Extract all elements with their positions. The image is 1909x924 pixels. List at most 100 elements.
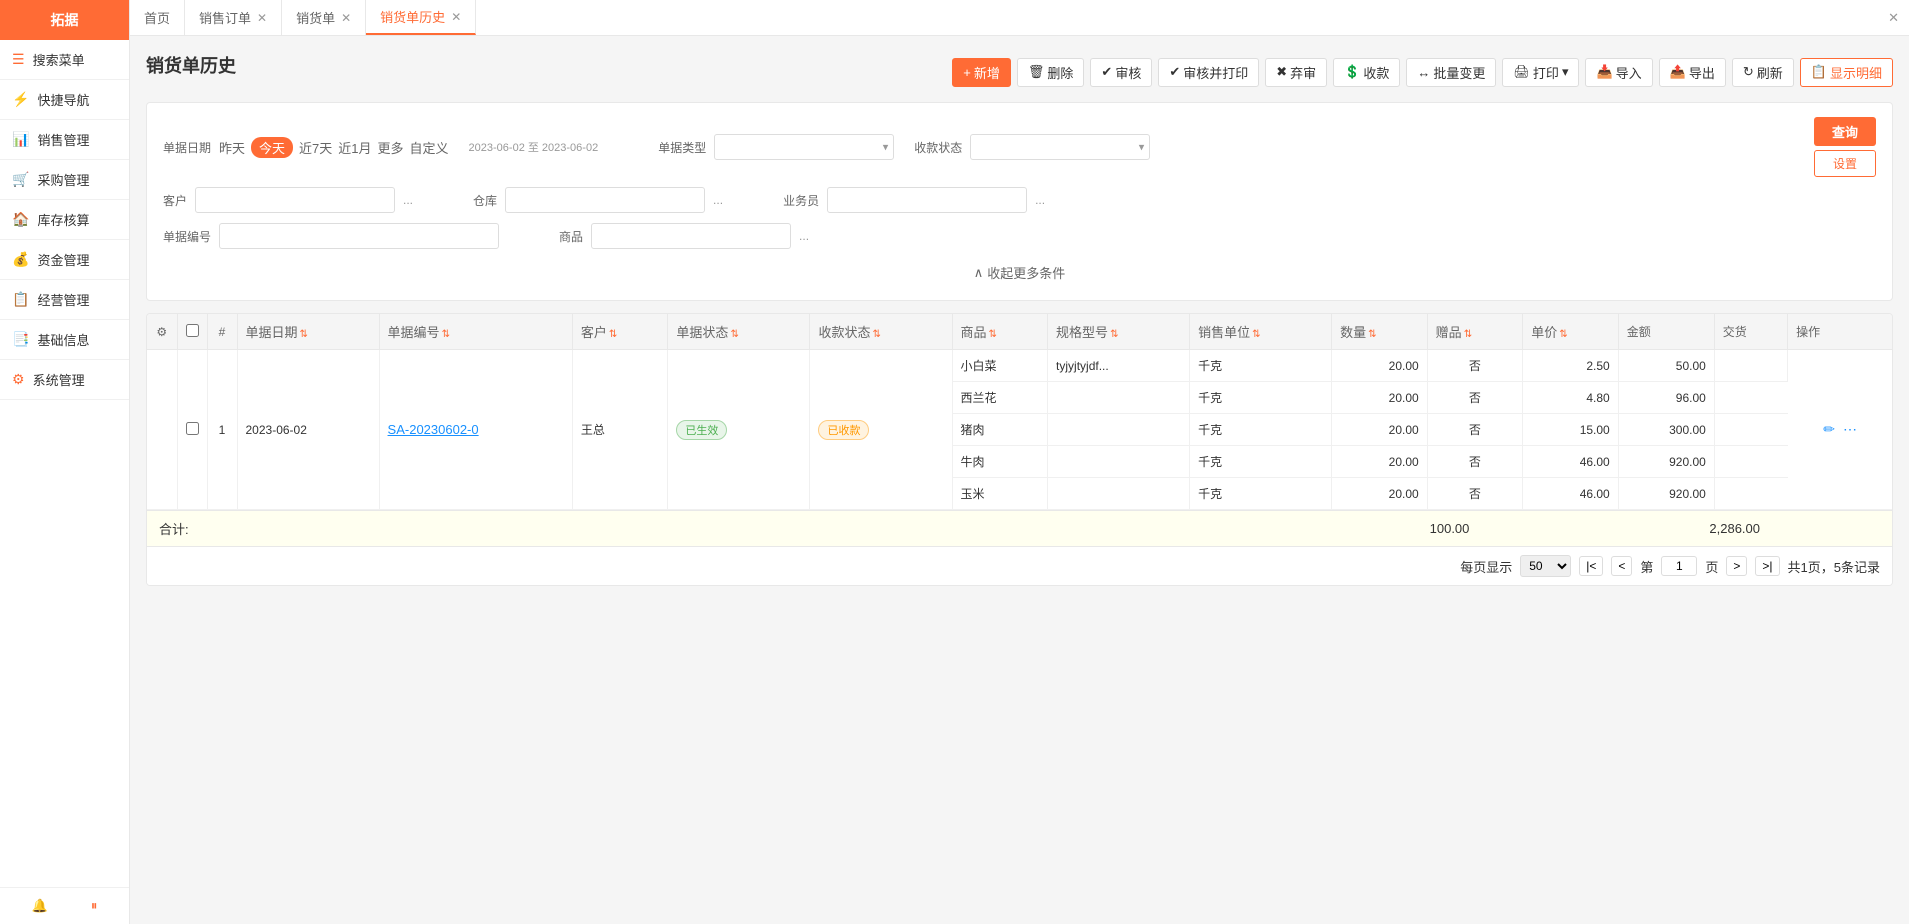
row-num: 1 <box>207 350 237 510</box>
sidebar-item-purchase-mgmt[interactable]: 🛒 采购管理 <box>0 160 129 200</box>
th-goods[interactable]: 商品⇅ <box>952 314 1048 350</box>
sidebar-item-inventory[interactable]: 🏠 库存核算 <box>0 200 129 240</box>
pay-status-label: 收款状态 <box>914 139 962 156</box>
th-unit[interactable]: 销售单位⇅ <box>1190 314 1332 350</box>
row-delivery <box>1714 414 1787 446</box>
page-of-label: 页 <box>1705 557 1718 576</box>
warehouse-input[interactable] <box>505 187 705 213</box>
doc-type-select[interactable] <box>714 134 894 160</box>
audit-print-button[interactable]: ✔ 审核并打印 <box>1158 58 1259 87</box>
tab-home[interactable]: 首页 <box>130 0 185 35</box>
sidebar-item-sys-mgmt[interactable]: ⚙ 系统管理 <box>0 360 129 400</box>
warehouse-ellipsis[interactable]: ... <box>713 193 723 207</box>
tab-close-sales-order[interactable]: ✕ <box>257 11 267 25</box>
row-amount: 300.00 <box>1618 414 1714 446</box>
shortcut-yesterday[interactable]: 昨天 <box>219 138 245 157</box>
pause-icon[interactable]: ⏸ <box>91 898 98 914</box>
settings-button[interactable]: 设置 <box>1814 150 1876 177</box>
row-unit: 千克 <box>1190 414 1332 446</box>
first-page-button[interactable]: |< <box>1579 556 1603 576</box>
export-button[interactable]: 📤 导出 <box>1659 58 1726 87</box>
page-number-input[interactable] <box>1661 556 1697 576</box>
filter-row-1: 单据日期 昨天 今天 近7天 近1月 更多 自定义 2023-06-02 至 2… <box>163 117 1876 177</box>
row-amount: 96.00 <box>1618 382 1714 414</box>
batch-change-button[interactable]: ↔ 批量变更 <box>1406 58 1496 87</box>
row-checkbox-input[interactable] <box>186 422 199 435</box>
print-button[interactable]: 🖨 打印 ▾ <box>1502 58 1579 87</box>
th-pay-status[interactable]: 收款状态⇅ <box>810 314 952 350</box>
th-customer[interactable]: 客户⇅ <box>572 314 668 350</box>
detail-icon: 📋 <box>1811 64 1827 80</box>
shortcut-custom[interactable]: 自定义 <box>410 138 449 157</box>
sidebar-item-ops[interactable]: 📋 经营管理 <box>0 280 129 320</box>
sidebar-item-search-menu[interactable]: ☰ 搜索菜单 <box>0 40 129 80</box>
sort-doc-date-icon: ⇅ <box>300 329 308 340</box>
page-size-select[interactable]: 50 10 20 100 <box>1520 555 1571 577</box>
th-spec[interactable]: 规格型号⇅ <box>1048 314 1190 350</box>
prev-page-button[interactable]: < <box>1611 556 1632 576</box>
tab-sales-order[interactable]: 销售订单 ✕ <box>185 0 282 35</box>
filter-customer-group: 客户 ... <box>163 187 413 213</box>
pay-status-select[interactable] <box>970 134 1150 160</box>
filter-date-group: 单据日期 昨天 今天 近7天 近1月 更多 自定义 <box>163 137 449 158</box>
page-label: 第 <box>1640 557 1653 576</box>
row-qty: 20.00 <box>1332 478 1428 510</box>
sidebar-item-label: 销售管理 <box>37 130 89 149</box>
row-spec <box>1048 446 1190 478</box>
abandon-button[interactable]: ✖ 弃审 <box>1265 58 1327 87</box>
th-num: # <box>207 314 237 350</box>
tab-close-sales-goods[interactable]: ✕ <box>341 11 351 25</box>
customer-ellipsis[interactable]: ... <box>403 193 413 207</box>
last-page-button[interactable]: >| <box>1755 556 1779 576</box>
customer-input[interactable] <box>195 187 395 213</box>
sidebar-item-quick-nav[interactable]: ⚡ 快捷导航 <box>0 80 129 120</box>
th-gear[interactable]: ⚙ <box>147 314 177 350</box>
sidebar-item-finance[interactable]: 💰 资金管理 <box>0 240 129 280</box>
th-doc-no[interactable]: 单据编号⇅ <box>379 314 572 350</box>
import-button[interactable]: 📥 导入 <box>1585 58 1652 87</box>
audit-button[interactable]: ✔ 审核 <box>1090 58 1152 87</box>
filter-doc-type-group: 单据类型 <box>658 134 894 160</box>
row-price: 2.50 <box>1523 350 1619 382</box>
tab-sales-history[interactable]: 销货单历史 ✕ <box>366 0 476 35</box>
collapse-button[interactable]: ∧ 收起更多条件 <box>970 259 1070 286</box>
row-doc-date: 2023-06-02 <box>237 350 379 510</box>
tab-bar-close-all[interactable]: ✕ <box>1888 10 1909 26</box>
sidebar-item-label: 经营管理 <box>37 290 89 309</box>
th-gift[interactable]: 赠品⇅ <box>1427 314 1523 350</box>
docno-label: 单据编号 <box>163 228 211 245</box>
salesperson-input[interactable] <box>827 187 1027 213</box>
tab-close-sales-history[interactable]: ✕ <box>451 10 461 24</box>
goods-input[interactable] <box>591 223 791 249</box>
next-page-button[interactable]: > <box>1726 556 1747 576</box>
shortcut-more[interactable]: 更多 <box>378 138 404 157</box>
doc-no-link[interactable]: SA-20230602-0 <box>388 422 479 437</box>
delete-button[interactable]: 🗑 删除 <box>1017 58 1085 87</box>
salesperson-ellipsis[interactable]: ... <box>1035 193 1045 207</box>
query-button[interactable]: 查询 <box>1814 117 1876 146</box>
row-checkbox[interactable] <box>177 350 207 510</box>
select-all-checkbox[interactable] <box>186 324 199 337</box>
edit-action-button[interactable]: ✏ <box>1819 421 1839 438</box>
sidebar-item-basic-info[interactable]: 📑 基础信息 <box>0 320 129 360</box>
shortcut-7days[interactable]: 近7天 <box>299 138 332 157</box>
th-qty[interactable]: 数量⇅ <box>1332 314 1428 350</box>
goods-ellipsis[interactable]: ... <box>799 229 809 243</box>
tab-sales-goods[interactable]: 销货单 ✕ <box>282 0 366 35</box>
shortcut-today[interactable]: 今天 <box>251 137 293 158</box>
receive-button[interactable]: 💲 收款 <box>1333 58 1400 87</box>
th-price[interactable]: 单价⇅ <box>1523 314 1619 350</box>
th-doc-date[interactable]: 单据日期⇅ <box>237 314 379 350</box>
th-checkbox <box>177 314 207 350</box>
filter-goods-group: 商品 ... <box>559 223 809 249</box>
show-detail-button[interactable]: 📋 显示明细 <box>1800 58 1893 87</box>
more-action-button[interactable]: ⋯ <box>1839 421 1861 438</box>
sidebar-item-sales-mgmt[interactable]: 📊 销售管理 <box>0 120 129 160</box>
notification-icon[interactable]: 🔔 <box>32 898 48 914</box>
shortcut-1month[interactable]: 近1月 <box>338 138 371 157</box>
refresh-button[interactable]: ↻ 刷新 <box>1732 58 1794 87</box>
new-button[interactable]: + 新增 <box>952 58 1011 87</box>
docno-input[interactable] <box>219 223 499 249</box>
th-doc-status[interactable]: 单据状态⇅ <box>668 314 810 350</box>
row-doc-no[interactable]: SA-20230602-0 <box>379 350 572 510</box>
